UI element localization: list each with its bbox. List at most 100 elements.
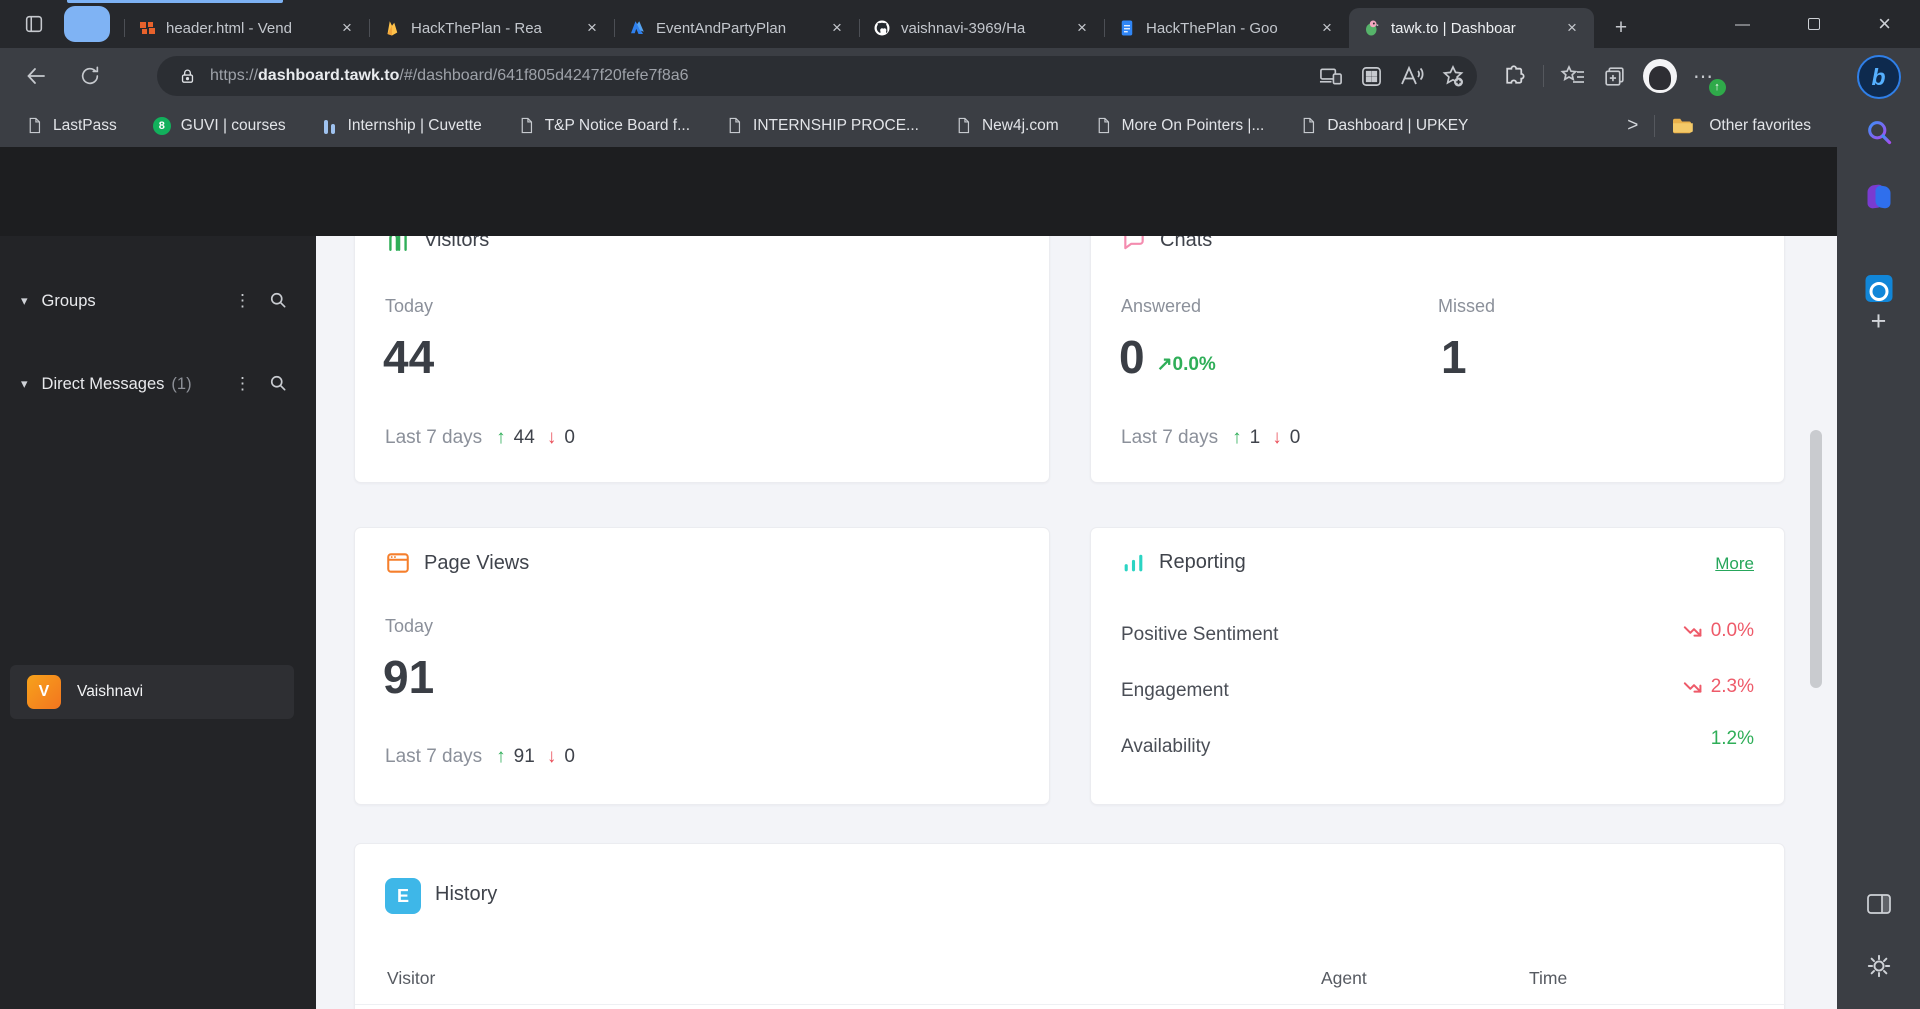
card-title: History bbox=[435, 883, 498, 905]
direct-messages-label: Direct Messages bbox=[41, 374, 165, 393]
caret-down-icon[interactable]: ▾ bbox=[21, 293, 28, 309]
reporting-row-value: 1.2% bbox=[1711, 728, 1754, 750]
sidebar-search-icon[interactable] bbox=[1865, 118, 1893, 151]
answered-trend: ↗0.0% bbox=[1157, 353, 1216, 380]
tab-title: HackThePlan - Goo bbox=[1146, 19, 1278, 37]
chat-sidebar: ▾ Groups ⋮ ▾ Direct Messages (1) ⋮ V Vai… bbox=[0, 236, 316, 1009]
sidebar-panel-toggle-icon[interactable] bbox=[1866, 893, 1892, 920]
pageviews-last7days: Last 7 days ↑ 91 ↓ 0 bbox=[385, 746, 575, 768]
tab-close-button[interactable]: × bbox=[1315, 16, 1339, 40]
groups-menu-icon[interactable]: ⋮ bbox=[234, 291, 251, 311]
history-col-visitor: Visitor bbox=[387, 968, 436, 988]
microsoft-365-icon[interactable] bbox=[1865, 183, 1892, 210]
address-bar[interactable]: https://dashboard.tawk.to/#/dashboard/64… bbox=[157, 56, 1477, 96]
value-text: 2.3% bbox=[1710, 676, 1754, 697]
groups-search-icon[interactable] bbox=[268, 290, 288, 315]
table-header-divider bbox=[355, 1004, 1786, 1005]
back-button[interactable] bbox=[16, 56, 56, 96]
tab-tawkto-active[interactable]: tawk.to | Dashboar × bbox=[1349, 8, 1594, 48]
bookmark-more-on-pointers[interactable]: More On Pointers |... bbox=[1095, 117, 1264, 135]
tab-close-button[interactable]: × bbox=[335, 16, 359, 40]
bookmark-tp-notice[interactable]: T&P Notice Board f... bbox=[518, 117, 690, 135]
tawk-app-header: « E Event Planners 3 1 bbox=[0, 147, 1837, 383]
profile-avatar[interactable] bbox=[1643, 59, 1677, 93]
minimize-button[interactable]: — bbox=[1707, 0, 1778, 48]
page-scrollbar-thumb[interactable] bbox=[1810, 430, 1822, 688]
reporting-row-label: Availability bbox=[1121, 736, 1211, 757]
bookmark-cuvette[interactable]: Internship | Cuvette bbox=[322, 117, 482, 135]
card-title: Visitors bbox=[424, 236, 490, 251]
sidebar-settings-gear-icon[interactable] bbox=[1866, 953, 1892, 984]
dm-search-icon[interactable] bbox=[268, 373, 288, 398]
tab-group-pill[interactable] bbox=[64, 6, 110, 42]
reporting-card: Reporting More Positive Sentiment 0.0% E… bbox=[1090, 527, 1785, 805]
tab-hacktheplan-firebase[interactable]: HackThePlan - Rea × bbox=[369, 8, 614, 48]
back-icon bbox=[27, 68, 45, 84]
chats-card: Chats Answered 0 ↗0.0% Missed 1 Last 7 d… bbox=[1090, 236, 1785, 483]
refresh-button[interactable] bbox=[70, 56, 110, 96]
address-bar-icons bbox=[1319, 56, 1465, 96]
bookmark-guvi[interactable]: 8 GUVI | courses bbox=[152, 116, 286, 135]
new-tab-button[interactable]: + bbox=[1604, 11, 1638, 45]
reporting-more-link[interactable]: More bbox=[1715, 554, 1754, 574]
history-col-agent: Agent bbox=[1321, 968, 1367, 988]
other-favorites-label[interactable]: Other favorites bbox=[1709, 117, 1811, 135]
tab-header-html[interactable]: header.html - Vend × bbox=[124, 8, 369, 48]
sidebar-add-icon[interactable]: + bbox=[1871, 306, 1887, 337]
read-aloud-icon[interactable] bbox=[1399, 65, 1425, 87]
page-icon bbox=[729, 117, 741, 134]
bookmark-internship-proce[interactable]: INTERNSHIP PROCE... bbox=[726, 117, 919, 135]
bookmark-new4j[interactable]: New4j.com bbox=[955, 117, 1059, 135]
card-title: Reporting bbox=[1159, 551, 1246, 573]
bookmark-label: GUVI | courses bbox=[180, 116, 286, 134]
tab-hacktheplan-gdocs[interactable]: HackThePlan - Goo × bbox=[1104, 8, 1349, 48]
bing-copilot-icon[interactable]: b bbox=[1856, 55, 1901, 99]
reporting-row-label: Engagement bbox=[1121, 680, 1229, 701]
tab-close-button[interactable]: × bbox=[825, 16, 849, 40]
missed-value: 1 bbox=[1441, 331, 1467, 383]
extensions-puzzle-icon[interactable] bbox=[1502, 64, 1527, 89]
add-favorite-star-icon[interactable] bbox=[1441, 64, 1465, 88]
bookmarks-overflow-chevron[interactable]: > bbox=[1627, 115, 1638, 137]
bookmark-label: Internship | Cuvette bbox=[347, 116, 482, 134]
visitors-last7days: Last 7 days ↑ 44 ↓ 0 bbox=[385, 427, 575, 449]
tab-close-button[interactable]: × bbox=[580, 16, 604, 40]
tab-close-button[interactable]: × bbox=[1560, 16, 1584, 40]
tab-title: header.html - Vend bbox=[166, 19, 292, 37]
groups-section[interactable]: ▾ Groups ⋮ bbox=[0, 286, 316, 316]
tab-eventandpartyplan-azure[interactable]: EventAndPartyPlan × bbox=[614, 8, 859, 48]
answered-value: 0 bbox=[1119, 331, 1145, 383]
direct-messages-section[interactable]: ▾ Direct Messages (1) ⋮ bbox=[0, 369, 316, 399]
bookmark-lastpass[interactable]: LastPass bbox=[26, 117, 117, 135]
settings-more-button[interactable]: ⋯ ↑ bbox=[1693, 64, 1726, 96]
caret-down-icon[interactable]: ▾ bbox=[21, 376, 28, 392]
tab-actions-icon[interactable] bbox=[12, 0, 56, 48]
direct-messages-count: (1) bbox=[171, 374, 192, 393]
period-label: Last 7 days bbox=[385, 427, 483, 448]
visitors-icon bbox=[389, 236, 407, 251]
code-favicon bbox=[138, 19, 156, 37]
groups-label: Groups bbox=[41, 291, 96, 310]
trend-value: 0.0% bbox=[1172, 354, 1216, 375]
page-icon bbox=[29, 117, 41, 134]
favorites-list-icon[interactable] bbox=[1560, 64, 1586, 88]
google-docs-favicon bbox=[1118, 19, 1136, 37]
apps-grid-icon[interactable] bbox=[1360, 65, 1383, 88]
up-arrow-icon: ↑ bbox=[496, 427, 506, 448]
tab-loading-accent bbox=[67, 0, 283, 3]
dm-menu-icon[interactable]: ⋮ bbox=[234, 374, 251, 394]
maximize-button[interactable] bbox=[1778, 0, 1849, 48]
card-title: Chats bbox=[1160, 236, 1213, 251]
outlook-icon[interactable] bbox=[1865, 275, 1892, 302]
bookmark-dashboard-upkey[interactable]: Dashboard | UPKEY bbox=[1300, 117, 1468, 135]
dm-user-vaishnavi[interactable]: V Vaishnavi bbox=[10, 665, 294, 719]
send-to-devices-icon[interactable] bbox=[1319, 65, 1344, 87]
tab-github[interactable]: vaishnavi-3969/Ha × bbox=[859, 8, 1104, 48]
close-button[interactable]: × bbox=[1849, 0, 1920, 48]
tab-title: vaishnavi-3969/Ha bbox=[901, 19, 1026, 37]
tab-close-button[interactable]: × bbox=[1070, 16, 1094, 40]
collections-icon[interactable] bbox=[1602, 64, 1627, 89]
reporting-icon bbox=[1124, 554, 1143, 572]
reporting-row-value: 2.3% bbox=[1683, 676, 1754, 698]
folder-icon bbox=[1673, 118, 1694, 133]
